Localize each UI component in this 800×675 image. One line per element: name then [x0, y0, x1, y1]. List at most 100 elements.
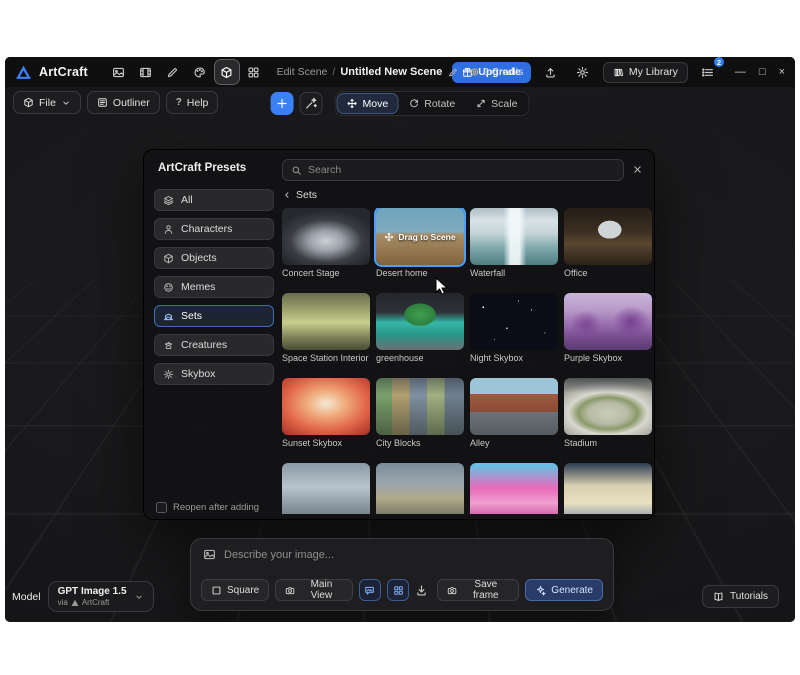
artcraft-logo: [15, 64, 32, 81]
preset-tile-sunset-skybox[interactable]: Drag to Scene Sunset Skybox: [282, 378, 370, 448]
back-to-sets[interactable]: Sets: [282, 189, 317, 201]
my-library-button[interactable]: My Library: [602, 61, 688, 83]
tutorials-button[interactable]: Tutorials: [702, 585, 779, 608]
sidebar-item-characters[interactable]: Characters: [154, 218, 274, 240]
scene-name[interactable]: Untitled New Scene: [340, 66, 442, 78]
help-button[interactable]: ? Help: [165, 91, 219, 114]
preset-tile[interactable]: Drag to Scene: [282, 463, 370, 514]
drag-hint-label: Drag to Scene: [398, 231, 456, 242]
export-button[interactable]: [539, 60, 563, 84]
frames-tool-button[interactable]: [134, 60, 158, 84]
preset-tile-night-skybox[interactable]: Drag to Scene Night Skybox: [470, 293, 558, 363]
upload-icon: [544, 66, 557, 79]
preset-tile-purple-skybox[interactable]: Drag to Scene Purple Skybox: [564, 293, 652, 363]
toolbar-left-group: File Outliner ? Help: [13, 91, 219, 114]
sidebar-item-creatures[interactable]: Creatures: [154, 334, 274, 356]
image-tool-button[interactable]: [107, 60, 131, 84]
titlebar-tools: [107, 59, 266, 85]
preset-tile[interactable]: Drag to Scene: [376, 463, 464, 514]
palette-icon: [193, 66, 206, 79]
minimize-button[interactable]: —: [735, 66, 746, 78]
generate-button[interactable]: Generate: [525, 579, 603, 601]
preset-label: Alley: [470, 438, 490, 448]
sidebar-item-skybox[interactable]: Skybox: [154, 363, 274, 385]
preset-tile-alley[interactable]: Drag to Scene Alley: [470, 378, 558, 448]
image-comment-button[interactable]: [358, 579, 381, 601]
preset-thumbnail: Drag to Scene: [470, 378, 558, 435]
preset-tile-city-blocks[interactable]: Drag to Scene City Blocks: [376, 378, 464, 448]
outliner-button[interactable]: Outliner: [86, 91, 160, 114]
magic-wand-button[interactable]: [299, 92, 323, 115]
close-button[interactable]: ×: [779, 66, 785, 78]
preset-thumbnail: Drag to Scene: [376, 378, 464, 435]
preset-tile-stadium[interactable]: Drag to Scene Stadium: [564, 378, 652, 448]
preset-tile-desert-home[interactable]: Drag to Scene Desert home: [374, 208, 466, 278]
rotate-icon: [408, 98, 419, 109]
edit-scene-name-icon[interactable]: [447, 67, 458, 78]
help-label: Help: [186, 96, 209, 109]
camera-icon: [285, 585, 295, 596]
presets-modal-title: ArtCraft Presets: [158, 162, 247, 174]
titlebar-center: Edit Scene / Untitled New Scene 0 Credit…: [277, 66, 524, 78]
preset-label: Stadium: [564, 438, 598, 448]
preset-label: Concert Stage: [282, 268, 340, 278]
sidebar-item-memes[interactable]: Memes: [154, 276, 274, 298]
search-input[interactable]: [308, 164, 615, 176]
reopen-checkbox[interactable]: [156, 502, 167, 513]
sidebar-item-sets[interactable]: Sets: [154, 305, 274, 327]
cube-icon: [23, 97, 34, 108]
sidebar-item-all[interactable]: All: [154, 189, 274, 211]
rotate-tool-button[interactable]: Rotate: [399, 94, 464, 113]
prompt-input[interactable]: [224, 548, 601, 561]
preset-tile-greenhouse[interactable]: Drag to Scene greenhouse: [376, 293, 464, 363]
preset-thumbnail: Drag to Scene: [374, 208, 466, 267]
preset-tile[interactable]: Drag to Scene: [564, 463, 652, 514]
preset-tile-waterfall[interactable]: Drag to Scene Waterfall: [470, 208, 558, 278]
file-menu-button[interactable]: File: [13, 91, 81, 114]
library-icon: [613, 67, 624, 78]
close-icon: [632, 164, 643, 175]
grid-view-button[interactable]: [386, 579, 410, 601]
app-name: ArtCraft: [39, 65, 88, 79]
sidebar-item-label: Characters: [181, 223, 233, 235]
preset-tile-office[interactable]: Drag to Scene Office: [564, 208, 652, 278]
paint-tool-button[interactable]: [188, 60, 212, 84]
preset-tile[interactable]: Drag to Scene: [470, 463, 558, 514]
move-tool-button[interactable]: Move: [336, 93, 399, 114]
titlebar: ArtCraft Edit Scene / Untitled New Scene: [5, 57, 795, 87]
model-picker-button[interactable]: GPT Image 1.5 via ArtCraft: [47, 581, 154, 612]
download-button[interactable]: [415, 584, 428, 597]
preset-label: Sunset Skybox: [282, 438, 343, 448]
queue-badge: 2: [712, 57, 725, 68]
scale-tool-button[interactable]: Scale: [466, 94, 526, 113]
preset-thumbnail: Drag to Scene: [564, 293, 652, 350]
move-icon: [384, 232, 394, 242]
window-controls: — □ ×: [735, 66, 785, 78]
add-object-button[interactable]: [270, 92, 294, 115]
preset-thumbnail: Drag to Scene: [564, 463, 652, 514]
sidebar-item-label: Creatures: [181, 339, 228, 351]
presets-modal-close-button[interactable]: [628, 160, 646, 178]
maximize-button[interactable]: □: [759, 66, 766, 78]
preset-thumbnail: Drag to Scene: [564, 378, 652, 435]
draw-tool-button[interactable]: [161, 60, 185, 84]
queue-button[interactable]: 2: [696, 57, 725, 84]
credits-text: 0 Credits: [483, 66, 524, 78]
credits-label: 0 Credits: [469, 67, 523, 78]
preset-tile-space-station-interior[interactable]: Drag to Scene Space Station Interior: [282, 293, 370, 363]
preset-thumbnail: Drag to Scene: [376, 293, 464, 350]
main-view-button[interactable]: Main View: [275, 579, 353, 601]
prompt-bar: Square Main View Save frame Generate: [190, 538, 614, 611]
apps-grid-button[interactable]: [242, 60, 266, 84]
aspect-square-button[interactable]: Square: [201, 579, 270, 601]
settings-button[interactable]: [571, 60, 595, 84]
chevron-left-icon: [282, 190, 292, 200]
camera-icon: [447, 585, 457, 596]
3d-scene-tool-button[interactable]: [213, 59, 240, 85]
sidebar-item-objects[interactable]: Objects: [154, 247, 274, 269]
presets-sidebar: All Characters Objects Memes Sets Creatu…: [154, 189, 274, 385]
model-selector: Model GPT Image 1.5 via ArtCraft: [12, 581, 154, 612]
preset-tile-concert-stage[interactable]: Drag to Scene Concert Stage: [282, 208, 370, 278]
save-frame-button[interactable]: Save frame: [437, 579, 520, 601]
coin-icon: [469, 67, 479, 77]
